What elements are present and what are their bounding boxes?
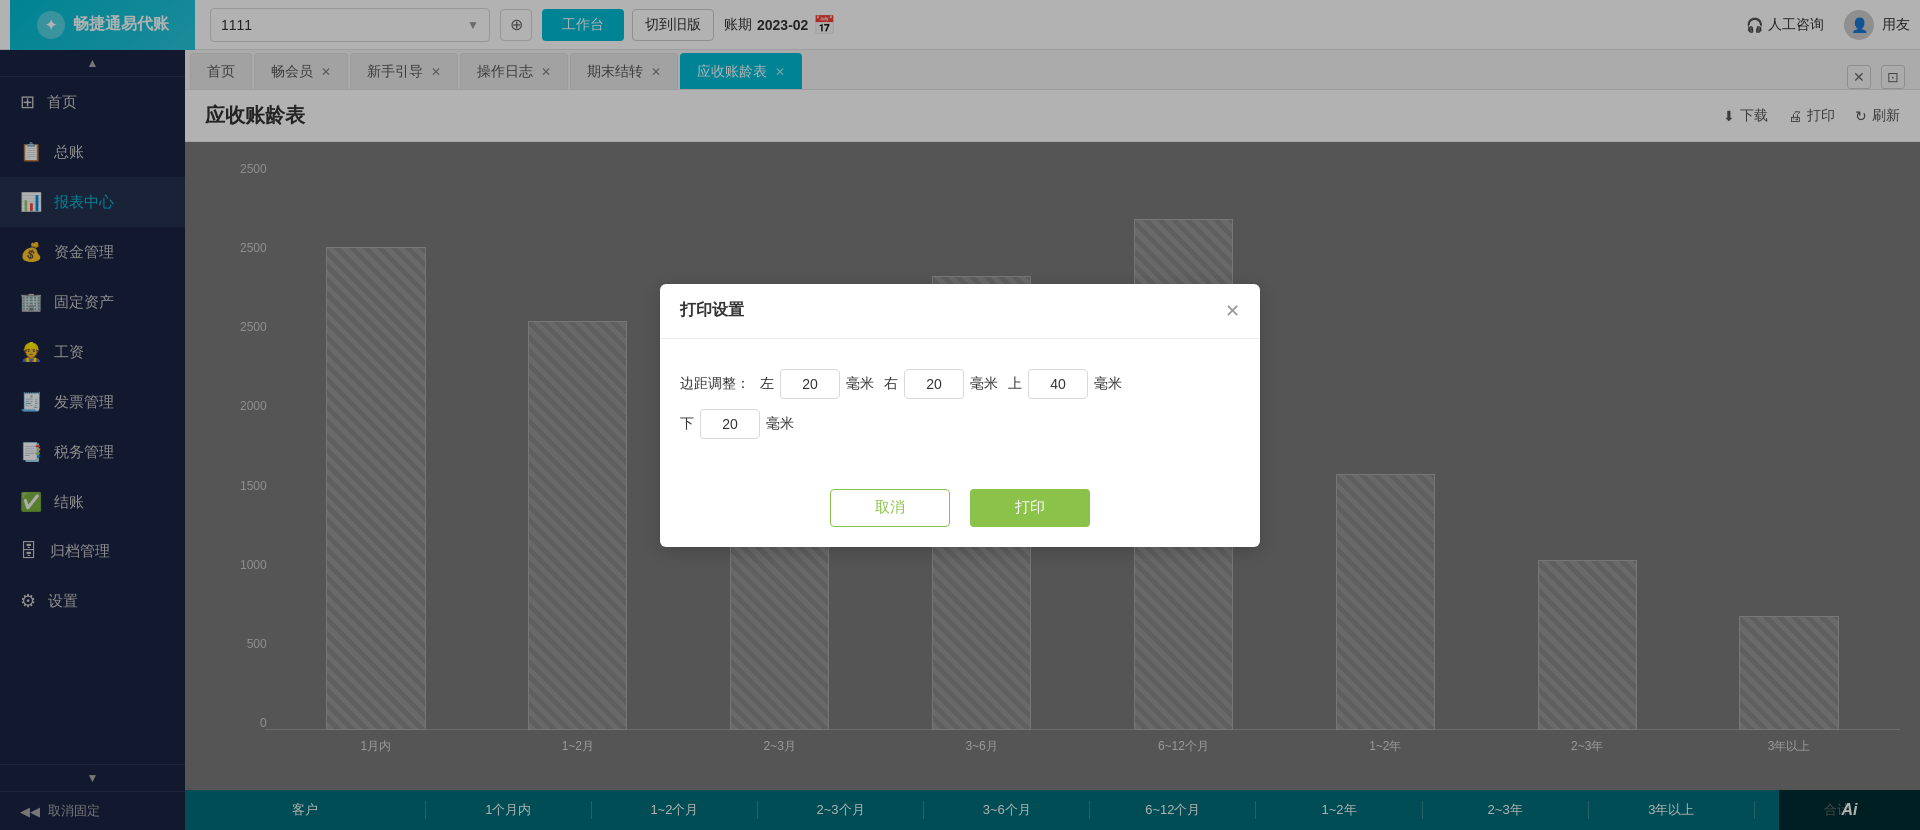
modal-header: 打印设置 ✕ bbox=[660, 284, 1260, 339]
margin-label: 边距调整： bbox=[680, 375, 750, 393]
left-unit: 毫米 bbox=[846, 375, 874, 393]
bottom-label: 下 bbox=[680, 415, 694, 433]
right-margin-input[interactable] bbox=[904, 369, 964, 399]
modal-title: 打印设置 bbox=[680, 300, 744, 321]
modal-overlay: 打印设置 ✕ 边距调整： 左 毫米 右 毫米 上 毫米 bbox=[0, 0, 1920, 830]
top-label: 上 bbox=[1008, 375, 1022, 393]
right-label: 右 bbox=[884, 375, 898, 393]
cancel-button[interactable]: 取消 bbox=[830, 489, 950, 527]
top-margin-input[interactable] bbox=[1028, 369, 1088, 399]
bottom-margin-input[interactable] bbox=[700, 409, 760, 439]
confirm-print-button[interactable]: 打印 bbox=[970, 489, 1090, 527]
modal-body: 边距调整： 左 毫米 右 毫米 上 毫米 下 bbox=[660, 339, 1260, 469]
top-unit: 毫米 bbox=[1094, 375, 1122, 393]
left-label: 左 bbox=[760, 375, 774, 393]
modal-close-button[interactable]: ✕ bbox=[1225, 300, 1240, 322]
right-unit: 毫米 bbox=[970, 375, 998, 393]
bottom-unit: 毫米 bbox=[766, 415, 794, 433]
left-margin-input[interactable] bbox=[780, 369, 840, 399]
print-dialog: 打印设置 ✕ 边距调整： 左 毫米 右 毫米 上 毫米 bbox=[660, 284, 1260, 547]
modal-footer: 取消 打印 bbox=[660, 469, 1260, 547]
